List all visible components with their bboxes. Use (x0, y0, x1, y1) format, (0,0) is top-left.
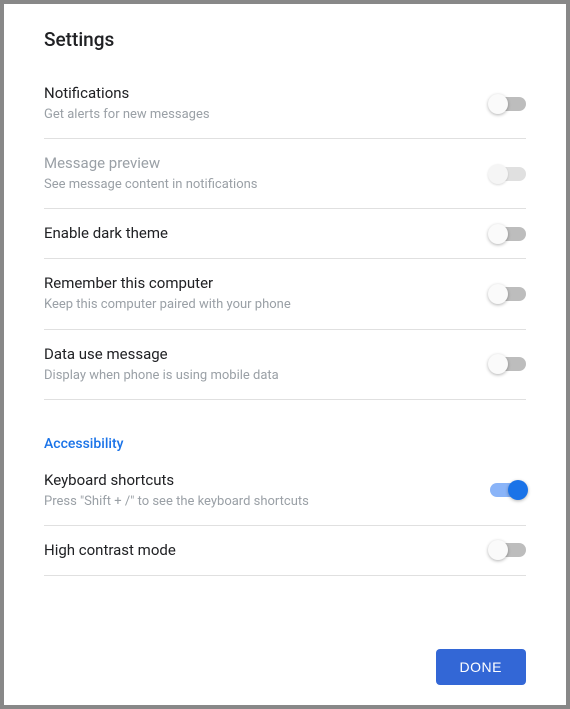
setting-title: Remember this computer (44, 273, 490, 294)
setting-text: Message preview See message content in n… (44, 153, 490, 194)
toggle-dark-theme[interactable] (490, 227, 526, 241)
setting-title: High contrast mode (44, 540, 490, 561)
setting-text: Notifications Get alerts for new message… (44, 83, 490, 124)
toggle-thumb (488, 94, 508, 114)
toggle-notifications[interactable] (490, 97, 526, 111)
setting-text: Enable dark theme (44, 223, 490, 244)
toggle-thumb (508, 480, 528, 500)
setting-message-preview: Message preview See message content in n… (44, 139, 526, 209)
toggle-high-contrast[interactable] (490, 543, 526, 557)
toggle-data-use[interactable] (490, 357, 526, 371)
settings-list: Notifications Get alerts for new message… (32, 69, 538, 629)
setting-desc: Get alerts for new messages (44, 106, 490, 124)
toggle-keyboard-shortcuts[interactable] (490, 483, 526, 497)
setting-title: Keyboard shortcuts (44, 470, 490, 491)
toggle-thumb (488, 354, 508, 374)
setting-text: High contrast mode (44, 540, 490, 561)
setting-dark-theme: Enable dark theme (44, 209, 526, 259)
toggle-thumb (488, 284, 508, 304)
setting-title: Data use message (44, 344, 490, 365)
dialog-actions: DONE (32, 629, 538, 685)
setting-desc: Keep this computer paired with your phon… (44, 296, 490, 314)
setting-text: Keyboard shortcuts Press "Shift + /" to … (44, 470, 490, 511)
setting-text: Data use message Display when phone is u… (44, 344, 490, 385)
setting-title: Message preview (44, 153, 490, 174)
toggle-thumb (488, 540, 508, 560)
done-button[interactable]: DONE (436, 649, 526, 685)
setting-high-contrast: High contrast mode (44, 526, 526, 576)
setting-keyboard-shortcuts: Keyboard shortcuts Press "Shift + /" to … (44, 456, 526, 526)
setting-desc: See message content in notifications (44, 176, 490, 194)
setting-remember-computer: Remember this computer Keep this compute… (44, 259, 526, 329)
setting-notifications: Notifications Get alerts for new message… (44, 69, 526, 139)
toggle-remember-computer[interactable] (490, 287, 526, 301)
setting-title: Notifications (44, 83, 490, 104)
settings-dialog: Settings Notifications Get alerts for ne… (4, 4, 566, 705)
dialog-title: Settings (32, 28, 538, 51)
setting-data-use: Data use message Display when phone is u… (44, 330, 526, 400)
setting-text: Remember this computer Keep this compute… (44, 273, 490, 314)
section-accessibility: Accessibility (44, 436, 526, 452)
toggle-thumb (488, 164, 508, 184)
setting-desc: Display when phone is using mobile data (44, 367, 490, 385)
setting-desc: Press "Shift + /" to see the keyboard sh… (44, 493, 490, 511)
toggle-thumb (488, 224, 508, 244)
setting-title: Enable dark theme (44, 223, 490, 244)
toggle-message-preview (490, 167, 526, 181)
